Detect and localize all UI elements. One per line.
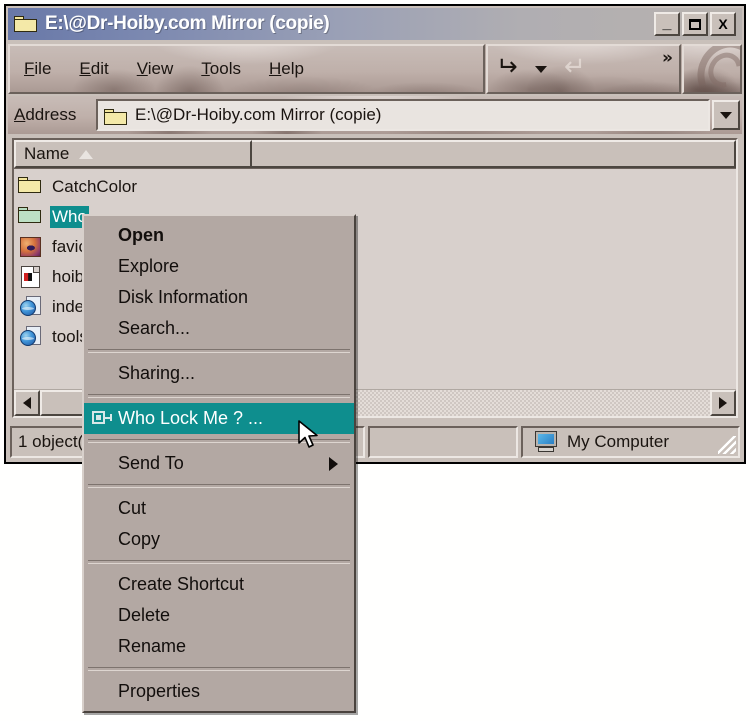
back-arrow-icon [496, 61, 520, 77]
menu-file-label: ile [34, 59, 52, 78]
back-history-dropdown[interactable] [528, 46, 554, 92]
menu-tools-label: ools [209, 59, 241, 78]
scroll-left-button[interactable] [14, 390, 40, 416]
who-lock-me-icon [92, 410, 112, 426]
context-menu-separator [88, 560, 350, 564]
context-menu-item-properties[interactable]: Properties [84, 676, 354, 707]
minimize-button[interactable]: _ [654, 12, 680, 36]
folder-icon [14, 14, 40, 34]
maximize-icon [684, 14, 706, 34]
context-menu-item-delete[interactable]: Delete [84, 600, 354, 631]
address-bar: Address E:\@Dr-Hoiby.com Mirror (copie) [8, 96, 742, 134]
folder-icon-green [18, 205, 44, 229]
column-header-name-label: Name [24, 144, 70, 163]
context-menu: Open Explore Disk Information Search... … [82, 214, 356, 713]
column-header-filler [252, 140, 736, 168]
toolbar-overflow-button[interactable]: » [662, 48, 673, 68]
context-menu-item-search[interactable]: Search... [84, 313, 354, 344]
menu-item-view[interactable]: View [123, 57, 188, 81]
minimize-icon: _ [662, 15, 672, 32]
context-menu-item-send-to-label: Send To [118, 453, 184, 473]
status-location-panel: My Computer [521, 426, 740, 458]
address-label: Address [14, 105, 77, 124]
favicon-image-icon [18, 235, 44, 259]
context-menu-item-copy[interactable]: Copy [84, 524, 354, 555]
list-item[interactable]: CatchColor [14, 172, 736, 202]
scroll-right-button[interactable] [710, 390, 736, 416]
close-icon: X [718, 16, 728, 32]
menu-item-tools[interactable]: Tools [187, 57, 255, 81]
maximize-button[interactable] [682, 12, 708, 36]
list-item-label: hoib [52, 267, 85, 286]
column-header-name[interactable]: Name [14, 140, 252, 168]
status-middle-panel [368, 426, 518, 458]
navigation-toolbar: » [486, 44, 681, 94]
context-menu-item-disk-information[interactable]: Disk Information [84, 282, 354, 313]
scroll-right-arrow-icon [719, 397, 727, 409]
context-menu-separator [88, 484, 350, 488]
context-menu-item-cut[interactable]: Cut [84, 493, 354, 524]
context-menu-item-send-to[interactable]: Send To [84, 448, 354, 479]
resize-grip-icon[interactable] [718, 436, 736, 454]
column-header-row: Name [14, 140, 736, 169]
window-controls: _ X [654, 12, 736, 36]
internet-explorer-icon [18, 295, 44, 319]
folder-icon-yellow [18, 175, 44, 199]
close-button[interactable]: X [710, 12, 736, 36]
menu-bar: File Edit View Tools Help [8, 44, 485, 94]
address-dropdown-button[interactable] [712, 100, 740, 130]
chevron-down-icon [720, 111, 732, 119]
address-input[interactable]: E:\@Dr-Hoiby.com Mirror (copie) [96, 99, 710, 131]
context-menu-item-explore[interactable]: Explore [84, 251, 354, 282]
context-menu-item-open[interactable]: Open [84, 220, 354, 251]
submenu-arrow-icon [329, 456, 338, 471]
menu-item-help[interactable]: Help [255, 57, 318, 81]
forward-arrow-icon [564, 52, 588, 82]
title-bar[interactable]: E:\@Dr-Hoiby.com Mirror (copie) _ X [8, 8, 742, 40]
chevron-down-icon [535, 65, 547, 73]
window-title: E:\@Dr-Hoiby.com Mirror (copie) [45, 13, 330, 34]
list-item-label: inde [52, 297, 85, 316]
sort-ascending-icon [79, 149, 94, 159]
menu-edit-label: dit [90, 59, 109, 78]
context-menu-item-who-lock-me-label: Who Lock Me ? ... [118, 408, 264, 428]
scroll-left-arrow-icon [23, 397, 31, 409]
context-menu-separator [88, 667, 350, 671]
status-location-label: My Computer [567, 432, 670, 451]
my-computer-icon [533, 431, 559, 453]
context-menu-item-rename[interactable]: Rename [84, 631, 354, 662]
back-button[interactable] [488, 46, 528, 92]
forward-button[interactable] [554, 46, 598, 92]
folder-icon [104, 108, 128, 126]
internet-explorer-icon [18, 325, 44, 349]
context-menu-separator [88, 349, 350, 353]
menu-item-file[interactable]: File [10, 57, 65, 81]
menu-help-label: elp [281, 59, 304, 78]
toolbar-branding-area [682, 44, 742, 94]
menu-view-label: iew [147, 59, 174, 78]
document-icon [18, 265, 44, 289]
context-menu-separator [88, 394, 350, 398]
context-menu-separator [88, 439, 350, 443]
context-menu-item-sharing[interactable]: Sharing... [84, 358, 354, 389]
toolbar-row: File Edit View Tools Help » [8, 44, 742, 94]
address-value: E:\@Dr-Hoiby.com Mirror (copie) [135, 105, 382, 124]
context-menu-item-create-shortcut[interactable]: Create Shortcut [84, 569, 354, 600]
menu-item-edit[interactable]: Edit [65, 57, 122, 81]
list-item-label: CatchColor [52, 177, 138, 196]
context-menu-item-who-lock-me[interactable]: Who Lock Me ? ... [84, 403, 354, 434]
